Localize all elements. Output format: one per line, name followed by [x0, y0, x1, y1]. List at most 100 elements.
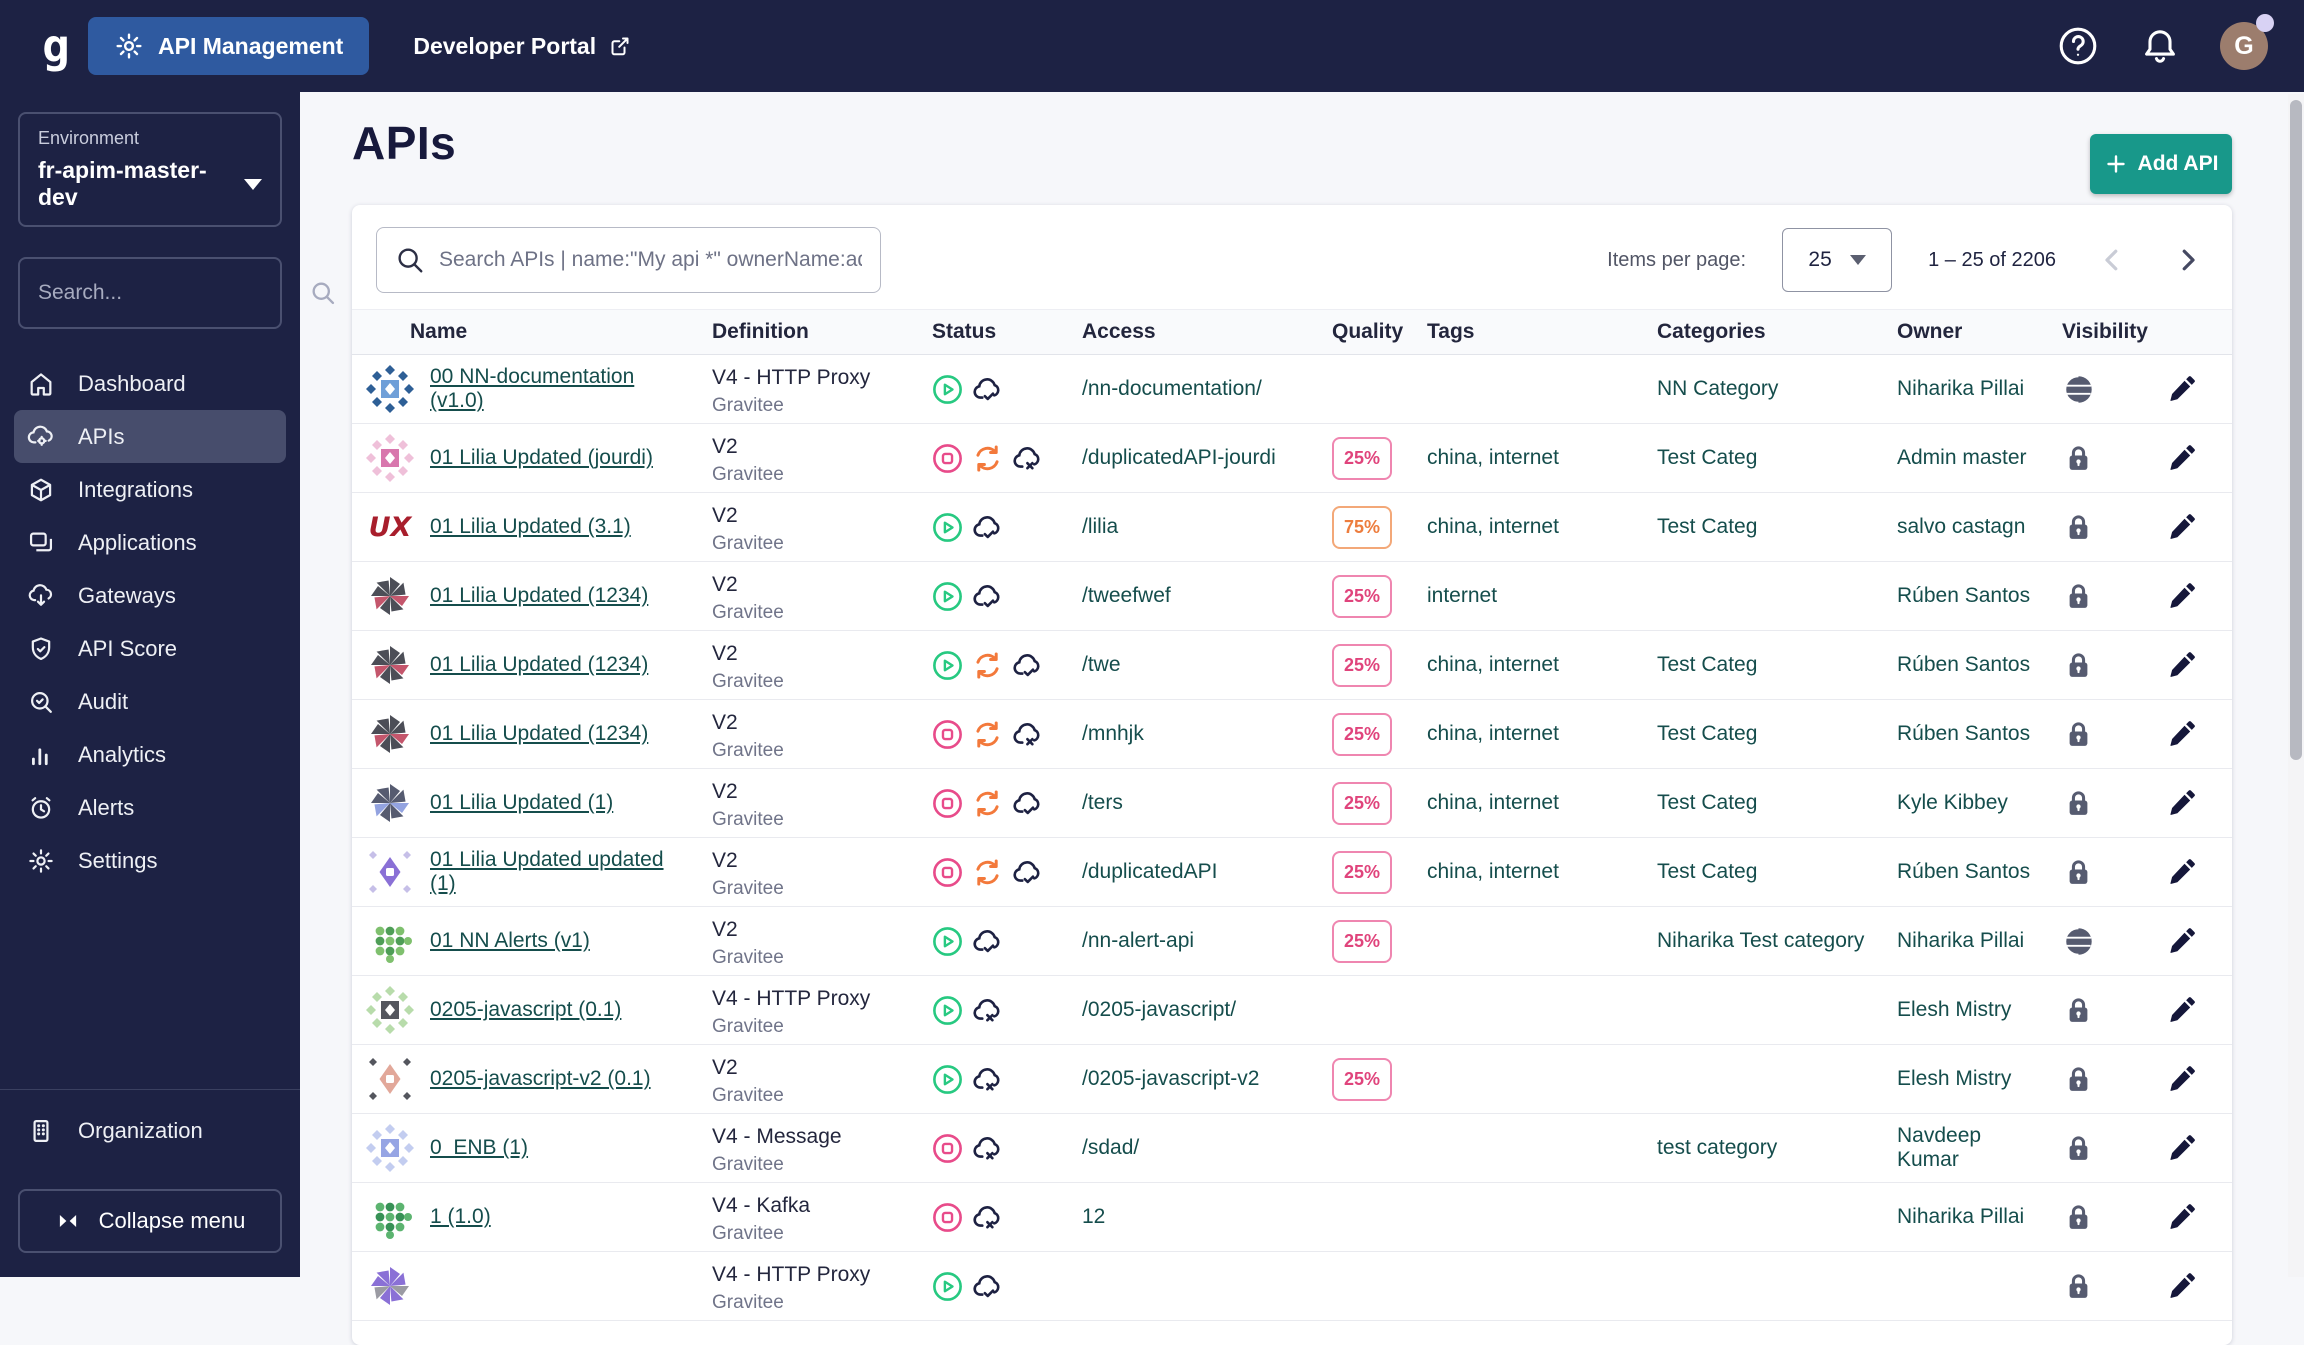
lock-icon [2062, 994, 2095, 1027]
api-name-link[interactable]: 1 (1.0) [430, 1205, 491, 1229]
add-api-button[interactable]: Add API [2090, 134, 2232, 194]
sidebar-search-input[interactable] [38, 281, 309, 305]
sidebar-item-gateways[interactable]: Gateways [14, 569, 286, 622]
sidebar-item-dashboard[interactable]: Dashboard [14, 357, 286, 410]
sidebar-item-organization[interactable]: Organization [14, 1104, 286, 1157]
edit-api-button[interactable] [2162, 438, 2202, 478]
sidebar-item-integrations[interactable]: Integrations [14, 463, 286, 516]
edit-api-button[interactable] [2162, 645, 2202, 685]
edit-api-button[interactable] [2162, 507, 2202, 547]
started-icon [932, 995, 963, 1026]
api-name-link[interactable]: 01 Lilia Updated (1234) [430, 584, 648, 608]
items-per-page-select[interactable]: 25 [1782, 228, 1893, 292]
previous-page-button[interactable] [2092, 240, 2132, 280]
api-avatar-icon [366, 1055, 414, 1103]
home-icon [26, 369, 56, 399]
started-icon [932, 650, 963, 681]
chevron-down-icon [244, 178, 262, 190]
lock-icon [2062, 787, 2095, 820]
api-management-button[interactable]: API Management [88, 17, 370, 75]
next-page-button[interactable] [2168, 240, 2208, 280]
api-avatar-icon [366, 1124, 414, 1172]
sidebar-item-settings[interactable]: Settings [14, 834, 286, 887]
undeployed-icon [972, 1064, 1003, 1095]
edit-api-button[interactable] [2162, 714, 2202, 754]
sidebar-item-label: Dashboard [78, 370, 186, 396]
edit-api-button[interactable] [2162, 369, 2202, 409]
api-categories: Test Categ [1657, 653, 1758, 676]
notifications-button[interactable] [2138, 24, 2182, 68]
help-button[interactable] [2056, 24, 2100, 68]
environment-selector[interactable]: Environment fr-apim-master-dev [18, 112, 282, 227]
lock-icon [2062, 1132, 2095, 1165]
edit-api-button[interactable] [2162, 576, 2202, 616]
edit-api-button[interactable] [2162, 1266, 2202, 1306]
api-name-link[interactable]: 0_ENB (1) [430, 1136, 528, 1160]
api-name-link[interactable]: 01 Lilia Updated (1234) [430, 722, 648, 746]
edit-api-button[interactable] [2162, 921, 2202, 961]
sidebar-item-api-score[interactable]: API Score [14, 622, 286, 675]
api-access-path: /0205-javascript/ [1082, 998, 1237, 1021]
edit-api-button[interactable] [2162, 1059, 2202, 1099]
edit-api-button[interactable] [2162, 1128, 2202, 1168]
deployed-icon [1012, 857, 1043, 888]
table-row: 01 Lilia Updated (1234) V2 Gravitee/twe 25%… [352, 631, 2232, 700]
api-definition: V4 - Message [712, 1124, 842, 1148]
api-definition: V4 - HTTP Proxy [712, 365, 871, 389]
sidebar-item-audit[interactable]: Audit [14, 675, 286, 728]
deployed-icon [1012, 788, 1043, 819]
out-of-sync-icon [972, 443, 1003, 474]
table-row: V4 - HTTP Proxy Gravitee [352, 1252, 2232, 1321]
edit-api-button[interactable] [2162, 990, 2202, 1030]
column-header-visibility: Visibility [2062, 320, 2148, 343]
api-vendor: Gravitee [712, 670, 784, 692]
api-name-link[interactable]: 01 Lilia Updated updated (1) [430, 848, 682, 896]
lock-icon [2062, 718, 2095, 751]
api-name-link[interactable]: 01 Lilia Updated (3.1) [430, 515, 631, 539]
edit-api-button[interactable] [2162, 783, 2202, 823]
table-body: 00 NN-documentation (v1.0) V4 - HTTP Prox… [352, 355, 2232, 1321]
deployed-icon [972, 374, 1003, 405]
api-name-link[interactable]: 01 NN Alerts (v1) [430, 929, 590, 953]
deployed-icon [972, 926, 1003, 957]
api-name-link[interactable]: 01 Lilia Updated (jourdi) [430, 446, 653, 470]
help-icon [2059, 27, 2097, 65]
search-apis-input[interactable] [439, 248, 862, 272]
api-owner: Navdeep Kumar [1897, 1124, 1982, 1171]
developer-portal-link[interactable]: Developer Portal [413, 33, 632, 60]
api-name-link[interactable]: 01 Lilia Updated (1) [430, 791, 613, 815]
sidebar-item-alerts[interactable]: Alerts [14, 781, 286, 834]
gravitee-logo[interactable]: g [24, 19, 88, 73]
api-name-link[interactable]: 0205-javascript-v2 (0.1) [430, 1067, 651, 1091]
api-definition: V2 [712, 848, 738, 872]
column-header-access: Access [1082, 320, 1156, 343]
sidebar-item-apis[interactable]: APIs [14, 410, 286, 463]
api-name-link[interactable]: 00 NN-documentation (v1.0) [430, 365, 682, 413]
api-definition: V4 - HTTP Proxy [712, 1262, 871, 1286]
sidebar-item-label: API Score [78, 635, 178, 661]
globe-icon [2062, 925, 2095, 958]
edit-api-button[interactable] [2162, 1197, 2202, 1237]
stopped-icon [932, 1133, 963, 1164]
api-categories: Test Categ [1657, 446, 1758, 469]
sidebar-item-label: Applications [78, 529, 197, 555]
sidebar-item-label: Settings [78, 847, 158, 873]
undeployed-icon [972, 1202, 1003, 1233]
api-definition: V2 [712, 779, 738, 803]
collapse-menu-button[interactable]: Collapse menu [18, 1189, 282, 1253]
api-tags: internet [1427, 584, 1498, 607]
external-link-icon [608, 34, 632, 58]
edit-api-button[interactable] [2162, 852, 2202, 892]
sidebar-item-applications[interactable]: Applications [14, 516, 286, 569]
api-access-path: /nn-alert-api [1082, 929, 1195, 952]
table-row: UX 01 Lilia Updated (3.1) V2 Gravitee/lilia… [352, 493, 2232, 562]
quality-badge: 25% [1332, 781, 1393, 825]
table-row: 01 Lilia Updated updated (1) V2 Gravitee/d… [352, 838, 2232, 907]
api-name-link[interactable]: 0205-javascript (0.1) [430, 998, 621, 1022]
scrollbar-thumb[interactable] [2290, 100, 2302, 760]
lock-icon [2062, 511, 2095, 544]
api-avatar-icon [366, 1262, 414, 1310]
api-name-link[interactable]: 01 Lilia Updated (1234) [430, 653, 648, 677]
sidebar-item-analytics[interactable]: Analytics [14, 728, 286, 781]
globe-icon [2062, 373, 2095, 406]
